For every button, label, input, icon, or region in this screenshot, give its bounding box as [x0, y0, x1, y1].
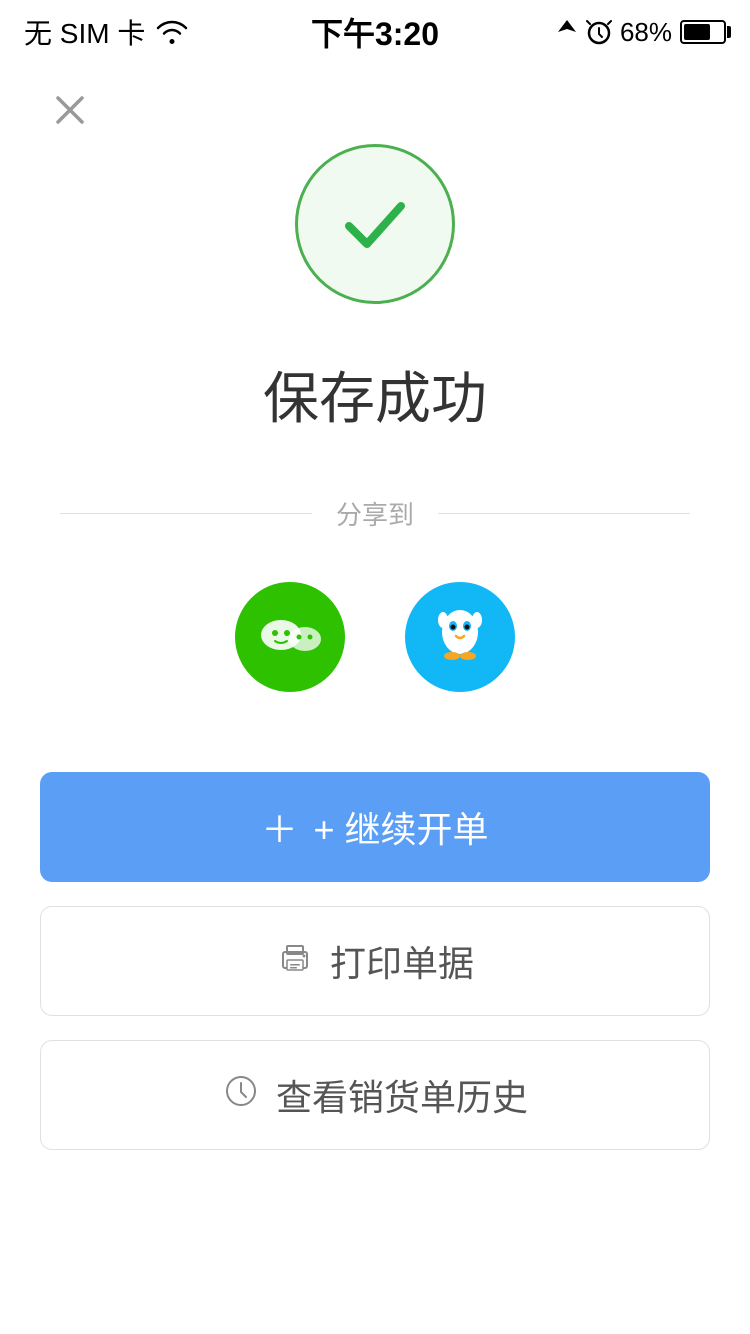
divider-right: [438, 513, 690, 514]
success-circle: [295, 144, 455, 304]
action-buttons: ＋ + 继续开单 打印单据: [0, 772, 750, 1150]
wechat-icon: [255, 607, 325, 667]
success-title: 保存成功: [263, 354, 487, 435]
close-icon: [52, 92, 88, 128]
printer-icon: [276, 938, 314, 985]
printer-svg: [276, 938, 314, 976]
checkmark-icon: [335, 184, 415, 264]
battery-indicator: [680, 20, 726, 44]
continue-button[interactable]: ＋ + 继续开单: [40, 772, 710, 882]
history-button[interactable]: 查看销货单历史: [40, 1040, 710, 1150]
share-divider: 分享到: [0, 495, 750, 532]
status-bar: 无 SIM 卡 下午3:20 68%: [0, 0, 750, 64]
clock-svg: [222, 1072, 260, 1110]
continue-label: + 继续开单: [313, 801, 488, 853]
divider-left: [60, 513, 312, 514]
qq-icon: [428, 602, 493, 672]
battery-icon: [680, 20, 726, 44]
status-bar-right: 68%: [556, 17, 726, 48]
close-button[interactable]: [40, 80, 100, 140]
wechat-share-button[interactable]: [235, 582, 345, 692]
alarm-icon: [586, 18, 612, 46]
sim-status: 无 SIM 卡: [24, 12, 145, 52]
battery-percent: 68%: [620, 17, 672, 48]
print-label: 打印单据: [330, 935, 474, 987]
share-icons-container: [235, 582, 515, 692]
status-bar-left: 无 SIM 卡: [24, 12, 189, 52]
history-label: 查看销货单历史: [276, 1069, 528, 1121]
main-content: 保存成功 分享到: [0, 64, 750, 1150]
plus-icon: ＋: [261, 801, 297, 853]
share-label: 分享到: [312, 495, 438, 532]
clock-icon: [222, 1072, 260, 1119]
qq-share-button[interactable]: [405, 582, 515, 692]
status-bar-time: 下午3:20: [311, 9, 439, 55]
print-button[interactable]: 打印单据: [40, 906, 710, 1016]
location-icon: [556, 18, 578, 46]
wifi-icon: [155, 19, 189, 45]
